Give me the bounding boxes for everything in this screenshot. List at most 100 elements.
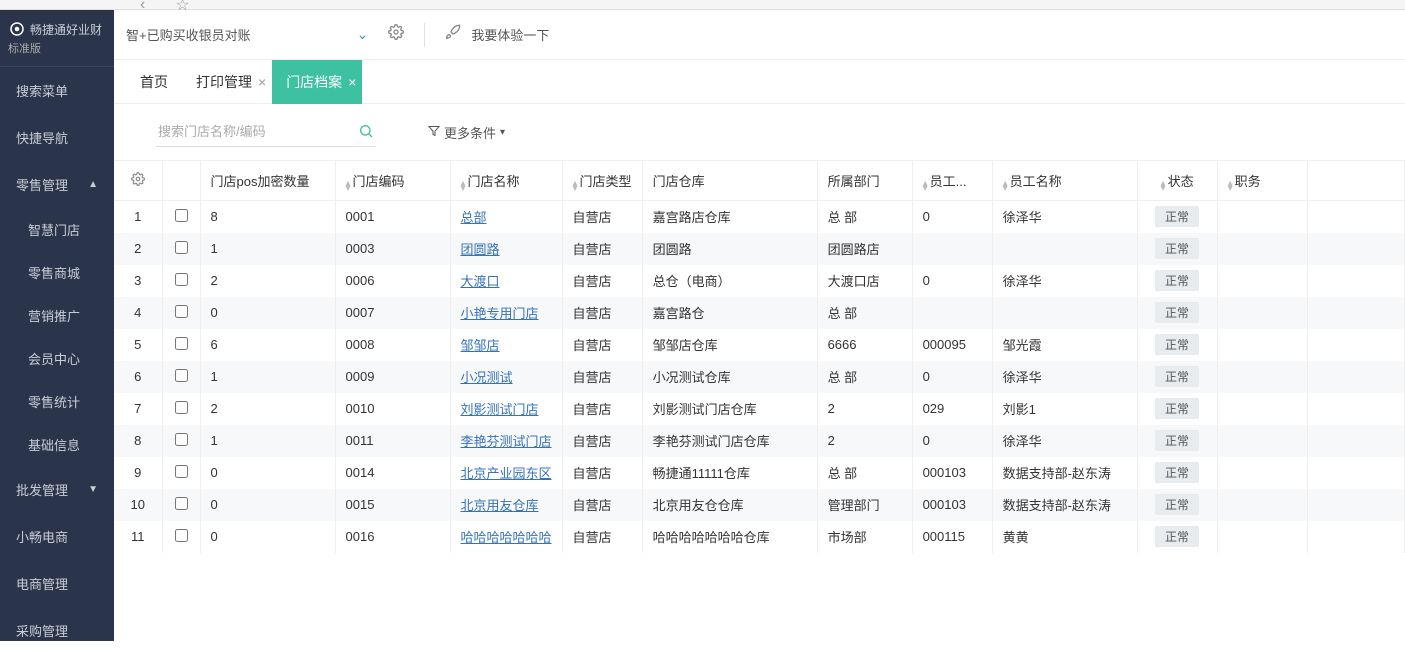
header-label: 门店pos加密数量 xyxy=(211,174,310,189)
sidebar-item-quick-nav[interactable]: 快捷导航 xyxy=(0,114,114,161)
cell-store-name: 北京用友仓库 xyxy=(450,489,562,521)
cell-emp: 000103 xyxy=(912,489,992,521)
cell-emp-name xyxy=(992,233,1137,265)
close-icon[interactable]: × xyxy=(348,74,356,90)
header-emp-name[interactable]: ▴▾员工名称 xyxy=(992,161,1137,201)
sidebar-item-xiaochang[interactable]: 小畅电商 xyxy=(0,513,114,560)
tab-print-mgmt[interactable]: 打印管理× xyxy=(182,60,272,104)
search-icon[interactable] xyxy=(358,123,374,144)
sidebar-item-search-menu[interactable]: 搜索菜单 xyxy=(0,67,114,114)
header-emp[interactable]: ▴▾员工... xyxy=(912,161,992,201)
table-wrap: 门店pos加密数量 ▴▾门店编码 ▴▾门店名称 ▴▾门店类型 门店仓库 所属部门… xyxy=(114,160,1405,641)
cell-dept: 2 xyxy=(817,393,912,425)
table-row[interactable]: 400007小艳专用门店自营店嘉宫路仓总 部正常 xyxy=(114,297,1405,329)
table-row[interactable]: 720010刘影测试门店自营店刘影测试门店仓库2029刘影1正常 xyxy=(114,393,1405,425)
sidebar-item-basic-info[interactable]: 基础信息 xyxy=(0,423,114,466)
store-name-link[interactable]: 刘影测试门店 xyxy=(461,402,539,417)
cell-warehouse: 刘影测试门店仓库 xyxy=(642,393,817,425)
sidebar-item-wholesale[interactable]: 批发管理▼ xyxy=(0,466,114,513)
sort-icon: ▴▾ xyxy=(1003,181,1008,191)
breadcrumb-dropdown-icon[interactable]: ⌄ xyxy=(357,26,369,43)
store-name-link[interactable]: 李艳芬测试门店 xyxy=(461,434,552,449)
store-name-link[interactable]: 大渡口 xyxy=(461,274,500,289)
header-position[interactable]: ▴▾职务 xyxy=(1217,161,1307,201)
header-store-code[interactable]: ▴▾门店编码 xyxy=(335,161,450,201)
cell-status: 正常 xyxy=(1137,521,1217,553)
store-name-link[interactable]: 小况测试 xyxy=(461,370,513,385)
cell-emp: 000095 xyxy=(912,329,992,361)
table-row[interactable]: 1000015北京用友仓库自营店北京用友仓仓库管理部门000103数据支持部-赵… xyxy=(114,489,1405,521)
sort-icon: ▴▾ xyxy=(573,181,578,191)
table-row[interactable]: 810011李艳芬测试门店自营店李艳芬测试门店仓库20徐泽华正常 xyxy=(114,425,1405,457)
header-status[interactable]: ▴▾状态 xyxy=(1137,161,1217,201)
cell-position xyxy=(1217,521,1307,553)
table-row[interactable]: 610009小况测试自营店小况测试仓库总 部0徐泽华正常 xyxy=(114,361,1405,393)
settings-icon[interactable] xyxy=(388,24,404,45)
header-settings[interactable] xyxy=(114,161,162,201)
store-name-link[interactable]: 北京用友仓库 xyxy=(461,498,539,513)
table-row[interactable]: 1100016哈哈哈哈哈哈哈自营店哈哈哈哈哈哈哈仓库市场部000115黄黄正常 xyxy=(114,521,1405,553)
cell-dept: 总 部 xyxy=(817,201,912,233)
row-index: 3 xyxy=(114,265,162,297)
cell-emp: 0 xyxy=(912,361,992,393)
row-checkbox[interactable] xyxy=(175,401,188,414)
tab-home[interactable]: 首页 xyxy=(126,60,182,104)
header-store-name[interactable]: ▴▾门店名称 xyxy=(450,161,562,201)
row-checkbox[interactable] xyxy=(175,273,188,286)
table-row[interactable]: 900014北京产业园东区自营店畅捷通11111仓库总 部000103数据支持部… xyxy=(114,457,1405,489)
sidebar-item-smart-store[interactable]: 智慧门店 xyxy=(0,208,114,251)
cell-store-name: 哈哈哈哈哈哈哈 xyxy=(450,521,562,553)
cell-store-name: 李艳芬测试门店 xyxy=(450,425,562,457)
cell-enc-count: 2 xyxy=(200,265,335,297)
table-row[interactable]: 320006大渡口自营店总仓（电商）大渡口店0徐泽华正常 xyxy=(114,265,1405,297)
row-checkbox[interactable] xyxy=(175,209,188,222)
row-index: 11 xyxy=(114,521,162,553)
cell-spacer xyxy=(1307,265,1404,297)
sidebar-item-retail-stats[interactable]: 零售统计 xyxy=(0,380,114,423)
row-checkbox[interactable] xyxy=(175,465,188,478)
row-checkbox[interactable] xyxy=(175,337,188,350)
sidebar-item-marketing[interactable]: 营销推广 xyxy=(0,294,114,337)
header-store-type[interactable]: ▴▾门店类型 xyxy=(562,161,642,201)
store-name-link[interactable]: 小艳专用门店 xyxy=(461,306,539,321)
cell-position xyxy=(1217,201,1307,233)
sidebar-item-member-center[interactable]: 会员中心 xyxy=(0,337,114,380)
cell-dept: 总 部 xyxy=(817,297,912,329)
sidebar-item-ecommerce-mgmt[interactable]: 电商管理 xyxy=(0,560,114,607)
sidebar-label: 零售统计 xyxy=(28,392,80,411)
sidebar-item-purchase-mgmt[interactable]: 采购管理 xyxy=(0,607,114,654)
sidebar-label: 智慧门店 xyxy=(28,220,80,239)
tab-store-file[interactable]: 门店档案× xyxy=(272,60,362,104)
table-row[interactable]: 180001总部自营店嘉宫路店仓库总 部0徐泽华正常 xyxy=(114,201,1405,233)
table-row[interactable]: 210003团圆路自营店团圆路团圆路店正常 xyxy=(114,233,1405,265)
close-icon[interactable]: × xyxy=(258,74,266,90)
sidebar-label: 营销推广 xyxy=(28,306,80,325)
status-badge: 正常 xyxy=(1155,366,1199,387)
store-name-link[interactable]: 邹邹店 xyxy=(461,338,500,353)
store-name-link[interactable]: 哈哈哈哈哈哈哈 xyxy=(461,530,552,545)
row-checkbox[interactable] xyxy=(175,241,188,254)
sidebar-item-retail-mall[interactable]: 零售商城 xyxy=(0,251,114,294)
more-filter-button[interactable]: 更多条件 ▾ xyxy=(428,123,505,142)
header-enc-count[interactable]: 门店pos加密数量 xyxy=(200,161,335,201)
cell-position xyxy=(1217,361,1307,393)
store-name-link[interactable]: 总部 xyxy=(461,210,487,225)
row-checkbox[interactable] xyxy=(175,497,188,510)
breadcrumb-bar: 智+已购买收银员对账 ⌄ 我要体验一下 xyxy=(114,10,1405,60)
experience-link[interactable]: 我要体验一下 xyxy=(471,25,549,44)
row-checkbox[interactable] xyxy=(175,369,188,382)
header-warehouse[interactable]: 门店仓库 xyxy=(642,161,817,201)
cell-store-name: 团圆路 xyxy=(450,233,562,265)
sidebar-item-retail-mgmt[interactable]: 零售管理▲ xyxy=(0,161,114,208)
table-row[interactable]: 560008邹邹店自营店邹邹店仓库6666000095邹光霞正常 xyxy=(114,329,1405,361)
cell-status: 正常 xyxy=(1137,425,1217,457)
store-name-link[interactable]: 北京产业园东区 xyxy=(461,466,552,481)
store-name-link[interactable]: 团圆路 xyxy=(461,242,500,257)
header-dept[interactable]: 所属部门 xyxy=(817,161,912,201)
row-checkbox[interactable] xyxy=(175,433,188,446)
row-checkbox[interactable] xyxy=(175,529,188,542)
row-checkbox[interactable] xyxy=(175,305,188,318)
search-input[interactable] xyxy=(156,117,376,147)
chevron-down-icon: ▾ xyxy=(500,127,505,138)
cell-warehouse: 李艳芬测试门店仓库 xyxy=(642,425,817,457)
